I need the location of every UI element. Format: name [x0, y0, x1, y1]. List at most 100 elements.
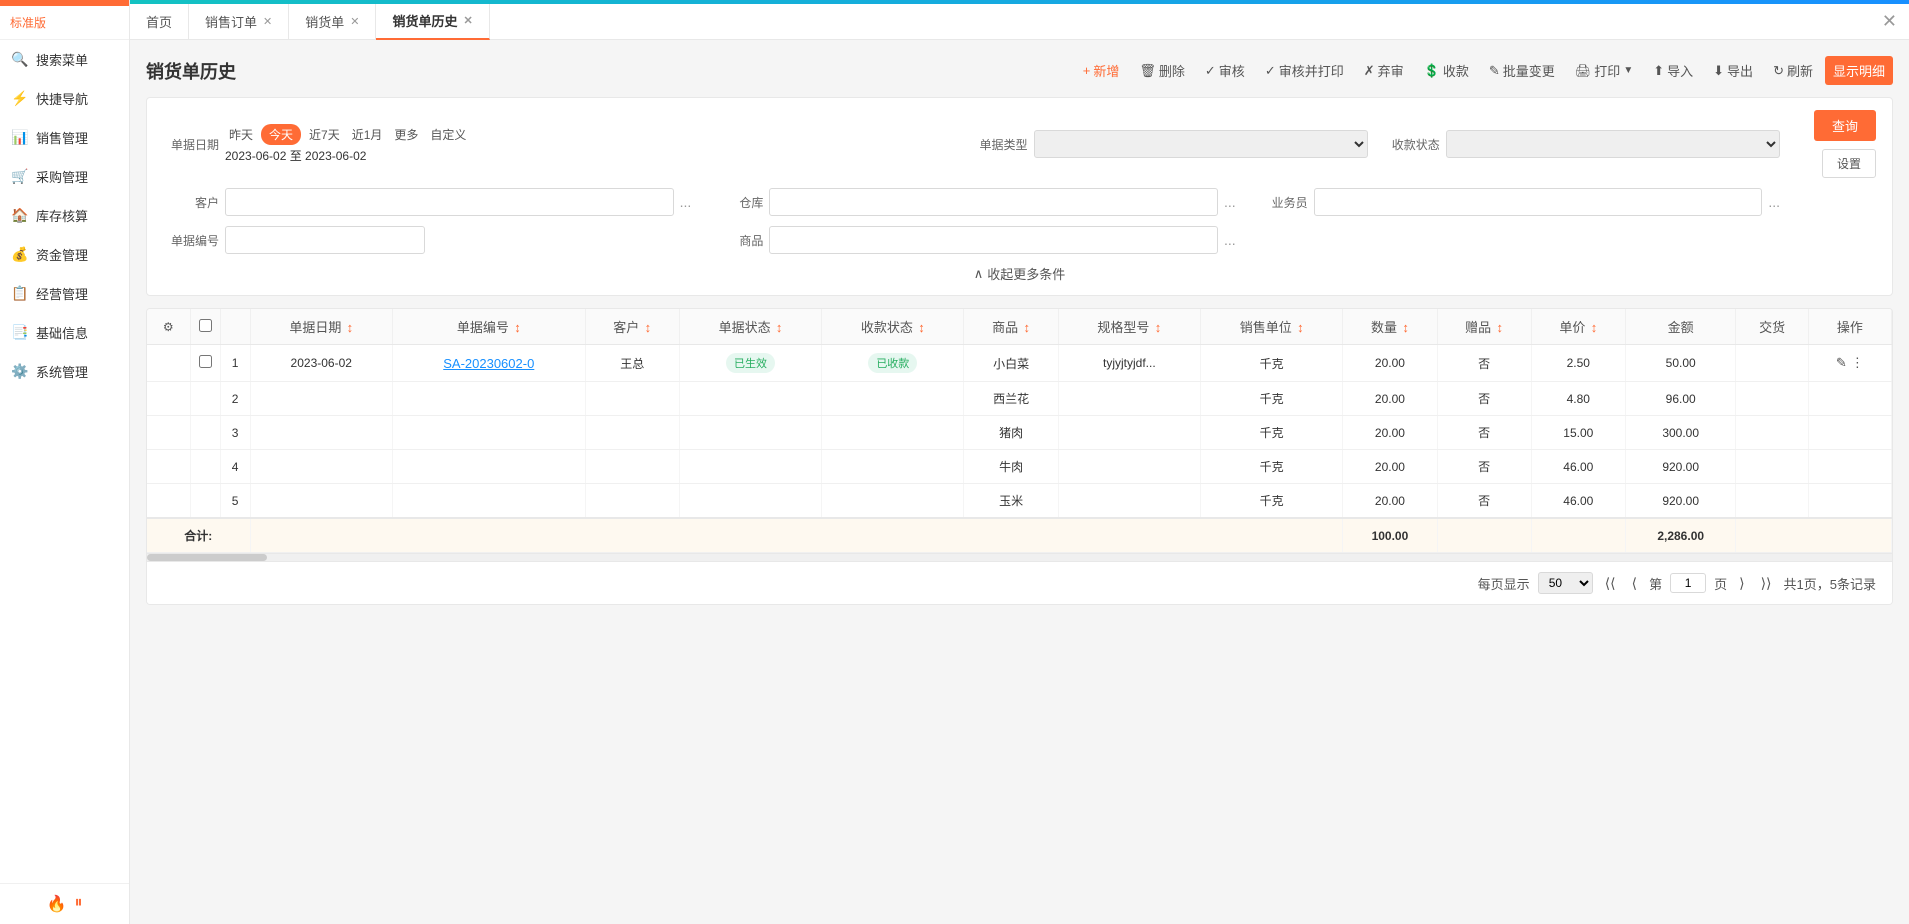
print-arrow-icon: ▼ [1623, 65, 1633, 76]
prev-page-button[interactable]: ⟨ [1628, 573, 1641, 594]
batch-change-button[interactable]: ✎ 批量变更 [1481, 56, 1563, 85]
th-collect-status[interactable]: 收款状态 ↕ [822, 309, 964, 345]
td-sales-unit-3: 千克 [1201, 450, 1343, 484]
sidebar-item-purchase-mgmt[interactable]: 🛒 采购管理 [0, 157, 129, 196]
td-collect-status-2 [822, 416, 964, 450]
refresh-button[interactable]: ↻ 刷新 [1765, 56, 1821, 85]
filter-docnum-input[interactable] [225, 226, 425, 254]
row-checkbox-0[interactable] [199, 355, 212, 368]
export-button[interactable]: ⬇ 导出 [1705, 56, 1761, 85]
import-label: 导入 [1667, 61, 1693, 80]
scrollbar-thumb[interactable] [147, 554, 267, 561]
td-quantity-4: 20.00 [1343, 484, 1437, 519]
show-detail-button[interactable]: 显示明细 [1825, 56, 1893, 85]
tab-sales-goods-close[interactable]: ✕ [350, 15, 359, 28]
tab-sales-history-label: 销货单历史 [392, 11, 457, 30]
page-size-select[interactable]: 50 100 200 [1538, 572, 1593, 594]
th-spec-type[interactable]: 规格型号 ↕ [1058, 309, 1200, 345]
close-all-tabs[interactable]: ✕ [1870, 11, 1909, 32]
print-button[interactable]: 🖨 打印 ▼ [1567, 56, 1641, 85]
filter-warehouse-input[interactable] [769, 188, 1218, 216]
last-page-button[interactable]: ⟩⟩ [1757, 573, 1776, 594]
td-quantity-2: 20.00 [1343, 416, 1437, 450]
th-goods[interactable]: 商品 ↕ [964, 309, 1058, 345]
date-more[interactable]: 更多 [390, 124, 422, 145]
date-custom[interactable]: 自定义 [426, 124, 470, 145]
filter-collect-status-select[interactable] [1446, 130, 1780, 158]
td-doc-num-3 [392, 450, 585, 484]
th-doc-date[interactable]: 单据日期 ↕ [250, 309, 392, 345]
th-quantity[interactable]: 数量 ↕ [1343, 309, 1437, 345]
sidebar-pause-icon[interactable]: ⏸ [74, 894, 82, 914]
tab-sales-order[interactable]: 销售订单 ✕ [189, 4, 289, 40]
filter-salesperson-input[interactable] [1314, 188, 1763, 216]
page-header: 销货单历史 + 新增 🗑 删除 ✓ 审核 ✓ 审核并打印 [146, 56, 1893, 85]
td-customer-3 [585, 450, 679, 484]
date-1month[interactable]: 近1月 [348, 124, 387, 145]
filter-doc-type-item: 单据类型 [972, 130, 1368, 158]
sidebar-item-basic-info[interactable]: 📑 基础信息 [0, 313, 129, 352]
filter-collapse-button[interactable]: ∧ 收起更多条件 [163, 264, 1876, 283]
tab-sales-history[interactable]: 销货单历史 ✕ [376, 4, 489, 40]
filter-goods-input[interactable] [769, 226, 1218, 254]
filter-customer-input[interactable] [225, 188, 674, 216]
sidebar-item-quick-nav[interactable]: ⚡ 快捷导航 [0, 79, 129, 118]
td-customer-0: 王总 [585, 345, 679, 382]
sidebar-item-operations[interactable]: 📋 经营管理 [0, 274, 129, 313]
filter-goods-dots[interactable]: ... [1224, 232, 1236, 248]
filter-warehouse-dots[interactable]: ... [1224, 194, 1236, 210]
th-doc-num-label: 单据编号 [457, 320, 509, 335]
date-today[interactable]: 今天 [261, 124, 301, 145]
th-doc-date-sort-icon: ↕ [347, 320, 354, 335]
td-gift-4: 否 [1437, 484, 1531, 519]
th-transaction: 交货 [1736, 309, 1808, 345]
add-button[interactable]: + 新增 [1075, 56, 1128, 85]
sidebar-item-sales-mgmt[interactable]: 📊 销售管理 [0, 118, 129, 157]
td-doc-date-3 [250, 450, 392, 484]
sidebar-item-search-menu[interactable]: 🔍 搜索菜单 [0, 40, 129, 79]
filter-actions: 查询 设置 [1796, 110, 1876, 178]
th-settings[interactable]: ⚙ [147, 309, 190, 345]
first-page-button[interactable]: ⟨⟨ [1601, 573, 1620, 594]
filter-salesperson-dots[interactable]: ... [1768, 194, 1780, 210]
th-sales-unit[interactable]: 销售单位 ↕ [1201, 309, 1343, 345]
audit-button[interactable]: ✓ 审核 [1197, 56, 1253, 85]
doc-num-link-0[interactable]: SA-20230602-0 [443, 356, 534, 371]
abandon-button[interactable]: ✗ 弃审 [1356, 56, 1412, 85]
sidebar-item-inventory[interactable]: 🏠 库存核算 [0, 196, 129, 235]
filter-doc-type-select[interactable] [1034, 130, 1368, 158]
collect-button[interactable]: 💲 收款 [1416, 56, 1477, 85]
data-table-wrapper: ⚙ 单据日期 ↕ 单据编号 ↕ [146, 308, 1893, 605]
sidebar-item-finance[interactable]: 💰 资金管理 [0, 235, 129, 274]
page-number-input[interactable] [1670, 573, 1706, 593]
audit-print-button[interactable]: ✓ 审核并打印 [1257, 56, 1352, 85]
sidebar-fire-icon[interactable]: 🔥 [47, 894, 67, 914]
edit-action-0[interactable]: ✎ [1834, 353, 1849, 373]
date-yesterday[interactable]: 昨天 [225, 124, 257, 145]
import-button[interactable]: ⬆ 导入 [1645, 56, 1701, 85]
th-gift[interactable]: 赠品 ↕ [1437, 309, 1531, 345]
finance-icon: 💰 [12, 247, 28, 263]
filter-customer-label: 客户 [163, 194, 219, 211]
filter-customer-dots[interactable]: ... [680, 194, 692, 210]
tab-home[interactable]: 首页 [130, 4, 189, 40]
date-7days[interactable]: 近7天 [305, 124, 344, 145]
next-page-button[interactable]: ⟩ [1735, 573, 1748, 594]
th-doc-num[interactable]: 单据编号 ↕ [392, 309, 585, 345]
th-customer[interactable]: 客户 ↕ [585, 309, 679, 345]
query-button[interactable]: 查询 [1814, 110, 1876, 141]
horizontal-scrollbar[interactable] [147, 553, 1892, 561]
td-gift-1: 否 [1437, 382, 1531, 416]
th-doc-status[interactable]: 单据状态 ↕ [679, 309, 821, 345]
tab-sales-goods[interactable]: 销货单 ✕ [289, 4, 376, 40]
set-button[interactable]: 设置 [1822, 149, 1876, 178]
more-action-0[interactable]: ⋮ [1849, 353, 1866, 373]
tab-sales-history-close[interactable]: ✕ [464, 14, 473, 27]
sidebar-item-sys-mgmt[interactable]: ⚙️ 系统管理 [0, 352, 129, 391]
select-all-checkbox[interactable] [199, 319, 212, 332]
delete-button[interactable]: 🗑 删除 [1131, 56, 1193, 85]
tab-sales-order-close[interactable]: ✕ [263, 15, 272, 28]
th-unit-price[interactable]: 单价 ↕ [1531, 309, 1625, 345]
td-sales-unit-0: 千克 [1201, 345, 1343, 382]
td-spec-type-3 [1058, 450, 1200, 484]
